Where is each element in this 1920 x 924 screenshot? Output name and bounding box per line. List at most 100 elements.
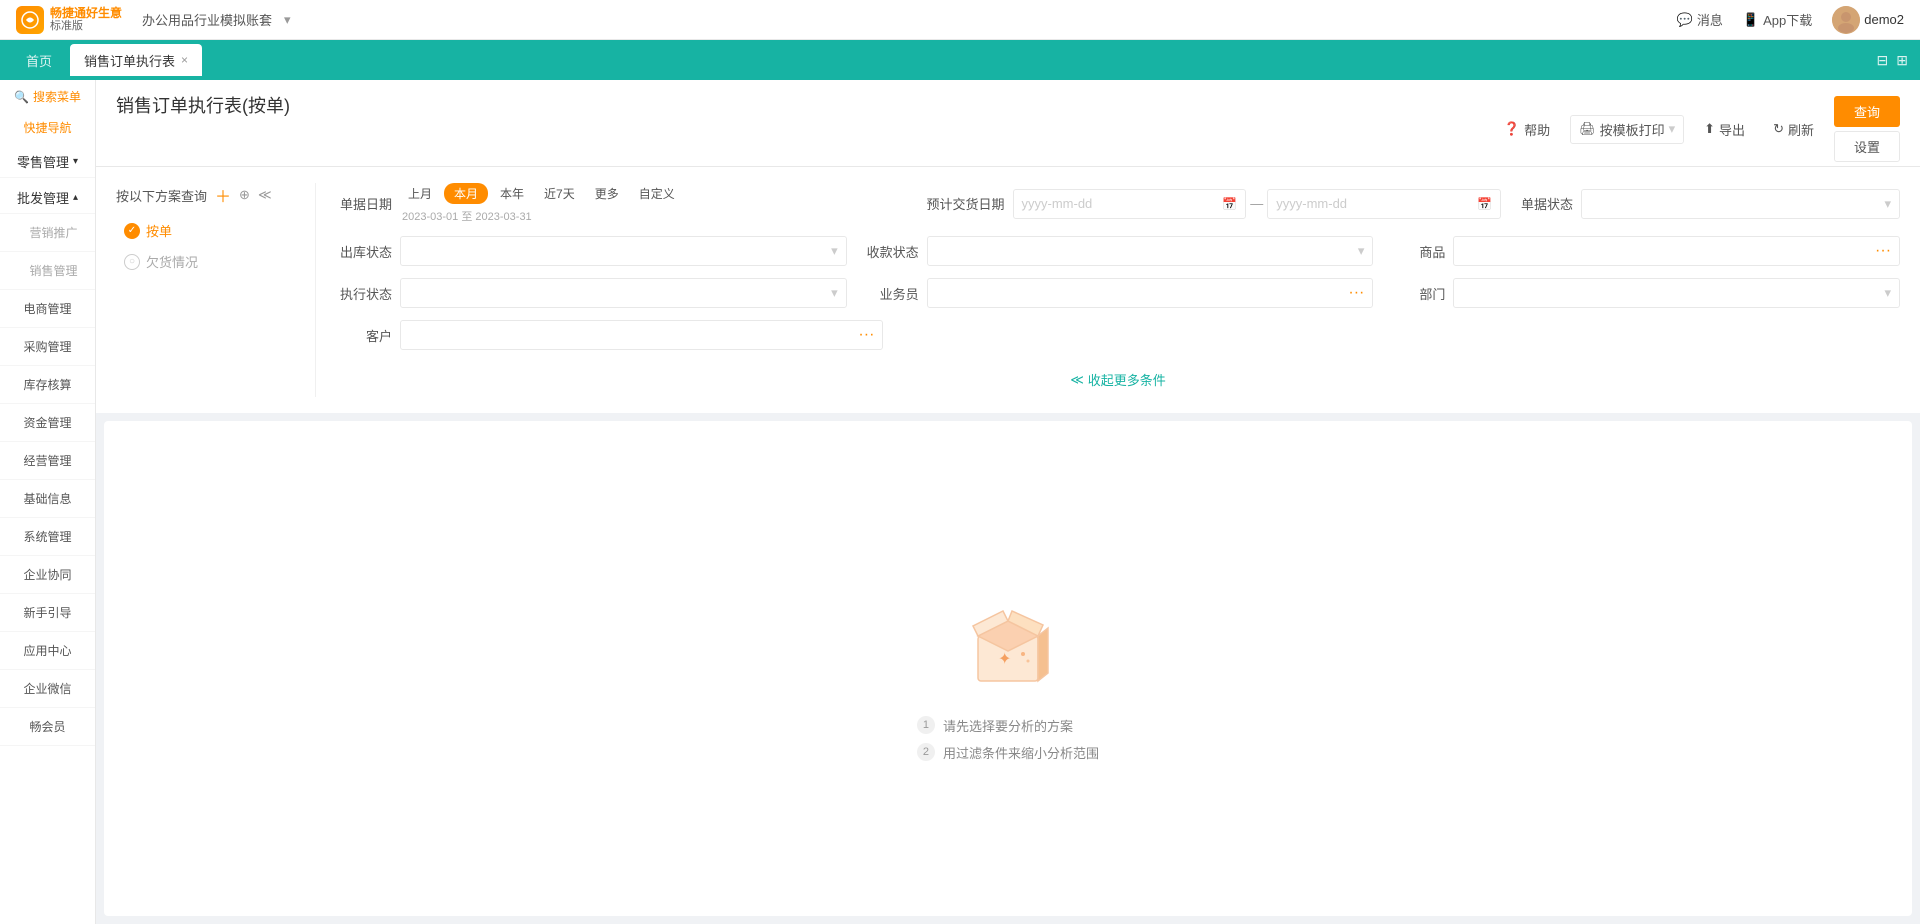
empty-tip-1: 1 请先选择要分析的方案 (917, 716, 1099, 735)
sidebar-item-enterprise[interactable]: 企业协同 (0, 556, 95, 594)
filter-row-2: 出库状态 ▾ 收款状态 ▾ 商品 (336, 236, 1900, 266)
message-button[interactable]: 💬 消息 (1677, 10, 1723, 29)
tab-bar: 首页 销售订单执行表 × ⊟ ⊞ (0, 40, 1920, 80)
doc-status-select[interactable]: ▾ (1581, 189, 1900, 219)
tab-minimize-icon[interactable]: ⊟ (1877, 52, 1889, 69)
sidebar-item-marketing[interactable]: 营销推广 (0, 214, 95, 252)
sidebar-item-wechat[interactable]: 企业微信 (0, 670, 95, 708)
dept-select[interactable]: ▾ (1453, 278, 1900, 308)
sidebar-item-retail[interactable]: 零售管理 ▾ (0, 142, 95, 178)
plan-item-by-order[interactable]: ✓ 按单 (116, 215, 299, 246)
sidebar-search[interactable]: 🔍 搜索菜单 (0, 80, 95, 113)
chevron-down-icon: ▾ (73, 156, 78, 167)
svg-text:✦: ✦ (998, 651, 1011, 668)
help-icon: ❓ (1504, 121, 1520, 137)
plan-settings-icon[interactable]: ⊕ (239, 187, 250, 203)
date-tab-more[interactable]: 更多 (587, 183, 627, 204)
chevron-down-icon-5: ▾ (1884, 285, 1891, 301)
sidebar-item-members[interactable]: 畅会员 (0, 708, 95, 746)
chevron-down-icon-3: ▾ (1358, 243, 1365, 259)
add-plan-button[interactable]: ＋ (215, 183, 231, 207)
chevron-up-icon-2: ≪ (1070, 372, 1084, 388)
print-button[interactable]: 🖨 按模板打印 ▾ (1570, 115, 1684, 144)
print-dropdown-icon[interactable]: ▾ (1669, 121, 1676, 137)
salesperson-input[interactable]: ··· (927, 278, 1374, 308)
customer-label: 客户 (336, 326, 392, 345)
customer-dots-icon[interactable]: ··· (858, 326, 874, 344)
tab-sales-order[interactable]: 销售订单执行表 × (70, 44, 202, 76)
delivery-date-to[interactable]: yyyy-mm-dd 📅 (1267, 189, 1501, 219)
app-download-button[interactable]: 📱 App下载 (1743, 10, 1812, 29)
product-input[interactable]: ··· (1453, 236, 1900, 266)
sidebar-item-purchase[interactable]: 采购管理 (0, 328, 95, 366)
sidebar-item-apps[interactable]: 应用中心 (0, 632, 95, 670)
main-layout: 🔍 搜索菜单 快捷导航 零售管理 ▾ 批发管理 ▴ 营销推广 销售管理 电商管理… (0, 80, 1920, 924)
empty-tip-2: 2 用过滤条件来缩小分析范围 (917, 743, 1099, 762)
settings-button[interactable]: 设置 (1834, 131, 1900, 162)
search-icon: 🔍 (14, 90, 29, 104)
payment-status-select[interactable]: ▾ (927, 236, 1374, 266)
filter-field-delivery-date: 预计交货日期 yyyy-mm-dd 📅 — yyyy-mm-dd 📅 (927, 189, 1502, 219)
filter-field-dept: 部门 ▾ (1389, 278, 1900, 308)
nav-dropdown-icon[interactable]: ▾ (284, 12, 291, 28)
sidebar-item-operations[interactable]: 经营管理 (0, 442, 95, 480)
exec-status-select[interactable]: ▾ (400, 278, 847, 308)
payment-status-label: 收款状态 (863, 242, 919, 261)
date-tab-custom[interactable]: 自定义 (631, 183, 683, 204)
chevron-down-icon-2: ▾ (831, 243, 838, 259)
query-button[interactable]: 查询 (1834, 96, 1900, 127)
calendar-icon-2: 📅 (1477, 197, 1492, 211)
export-icon: ⬆ (1704, 121, 1715, 137)
sidebar-item-wholesale[interactable]: 批发管理 ▴ (0, 178, 95, 214)
sidebar-item-guide[interactable]: 新手引导 (0, 594, 95, 632)
chevron-down-icon-4: ▾ (831, 285, 838, 301)
logo-area[interactable]: 畅捷通好生意 标准版 (16, 6, 122, 34)
main-actions: 查询 设置 (1834, 92, 1900, 166)
plan-collapse-icon[interactable]: ≪ (258, 187, 272, 203)
doc-status-label: 单据状态 (1517, 194, 1573, 213)
sidebar-item-sales[interactable]: 销售管理 (0, 252, 95, 290)
product-label: 商品 (1389, 242, 1445, 261)
avatar (1832, 6, 1860, 34)
date-tabs: 上月 本月 本年 近7天 更多 自定义 (400, 183, 911, 204)
user-profile[interactable]: demo2 (1832, 6, 1904, 34)
exec-status-label: 执行状态 (336, 284, 392, 303)
sidebar-item-finance[interactable]: 资金管理 (0, 404, 95, 442)
date-tab-this-month[interactable]: 本月 (444, 183, 488, 204)
print-icon: 🖨 (1579, 121, 1596, 137)
date-tab-this-year[interactable]: 本年 (492, 183, 532, 204)
empty-state: ✦ 1 请先选择要分析的方案 2 用过滤条件来缩小分析范围 (104, 421, 1912, 916)
top-nav: 畅捷通好生意 标准版 办公用品行业模拟账套 ▾ 💬 消息 📱 App下载 dem… (0, 0, 1920, 40)
content-area: 销售订单执行表(按单) ❓ 帮助 🖨 按模板打印 ▾ ⬆ 导出 ↻ 刷新 (96, 80, 1920, 924)
delivery-date-from[interactable]: yyyy-mm-dd 📅 (1013, 189, 1247, 219)
filter-right: 单据日期 上月 本月 本年 近7天 更多 自定义 2023- (316, 183, 1900, 397)
date-tab-last-month[interactable]: 上月 (400, 183, 440, 204)
top-nav-right: 💬 消息 📱 App下载 demo2 (1677, 6, 1904, 34)
customer-input[interactable]: ··· (400, 320, 883, 350)
sidebar-item-inventory[interactable]: 库存核算 (0, 366, 95, 404)
date-tab-7days[interactable]: 近7天 (536, 183, 583, 204)
help-button[interactable]: ❓ 帮助 (1496, 116, 1558, 143)
sidebar-item-basic-info[interactable]: 基础信息 (0, 480, 95, 518)
plan-icon-shortage: ○ (124, 254, 140, 270)
tab-home[interactable]: 首页 (12, 44, 66, 76)
export-button[interactable]: ⬆ 导出 (1696, 116, 1753, 143)
logo-icon (16, 6, 44, 34)
refresh-button[interactable]: ↻ 刷新 (1765, 116, 1822, 143)
tab-close-icon[interactable]: × (181, 53, 188, 67)
collapse-conditions-button[interactable]: ≪ 收起更多条件 (1070, 370, 1166, 389)
outbound-status-select[interactable]: ▾ (400, 236, 847, 266)
sidebar-item-ecommerce[interactable]: 电商管理 (0, 290, 95, 328)
tab-controls: ⊟ ⊞ (1877, 52, 1908, 69)
plan-item-shortage[interactable]: ○ 欠货情况 (116, 246, 299, 277)
sidebar-shortcut[interactable]: 快捷导航 (0, 113, 95, 142)
filter-field-customer: 客户 ··· (336, 320, 883, 350)
doc-date-label: 单据日期 (336, 194, 392, 213)
sidebar-item-system[interactable]: 系统管理 (0, 518, 95, 556)
filter-row-3: 执行状态 ▾ 业务员 ··· 部门 (336, 278, 1900, 308)
tab-expand-icon[interactable]: ⊞ (1896, 52, 1908, 69)
filter-left: 按以下方案查询 ＋ ⊕ ≪ ✓ 按单 ○ 欠货情况 (116, 183, 316, 397)
salesperson-dots-icon[interactable]: ··· (1348, 284, 1364, 302)
product-dots-icon[interactable]: ··· (1875, 242, 1891, 260)
page-title: 销售订单执行表(按单) (116, 92, 290, 130)
